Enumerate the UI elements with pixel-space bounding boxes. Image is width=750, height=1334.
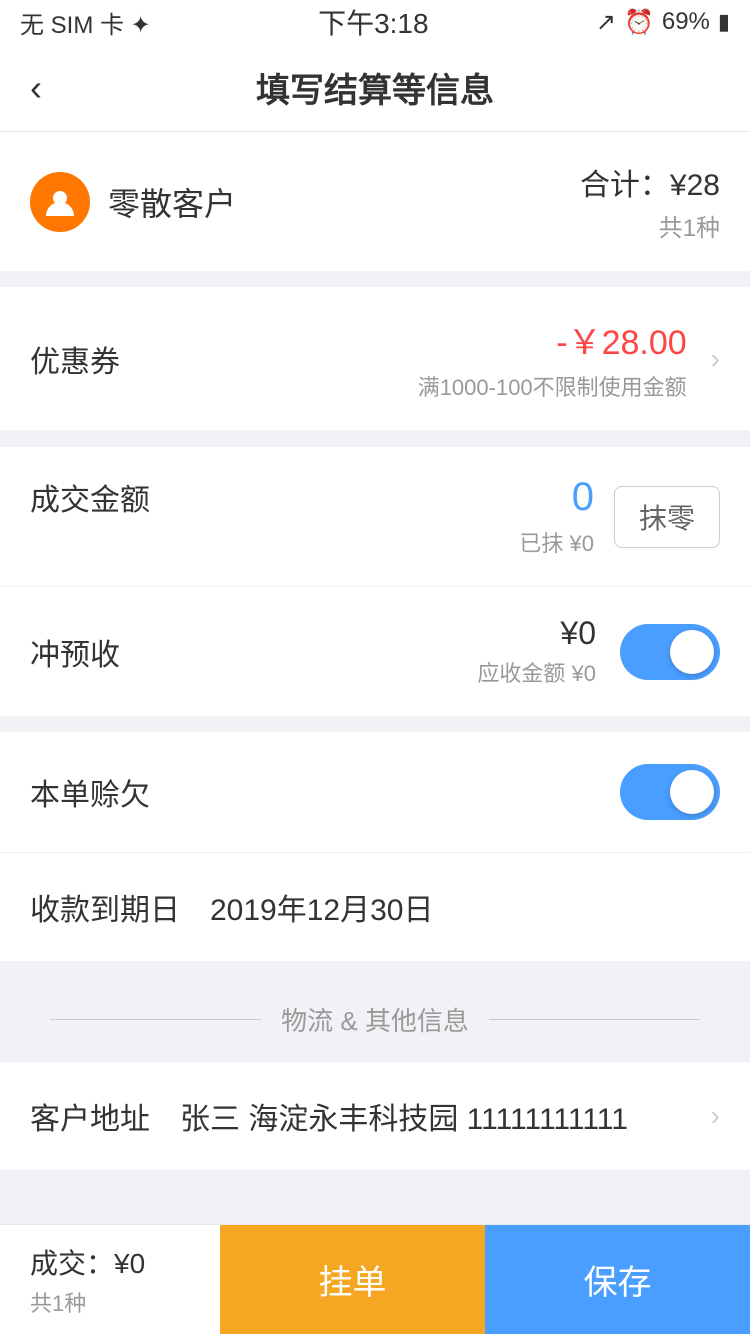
coupon-row[interactable]: 优惠券 -￥28.00 满1000-100不限制使用金额 ›: [0, 287, 750, 430]
prepay-main: ¥0: [477, 615, 596, 652]
address-label: 客户地址: [30, 1094, 150, 1138]
content: 零散客户 合计：¥28 共1种 优惠券 -￥28.00 满1000-100不限制…: [0, 132, 750, 1306]
location-icon: ↗: [596, 8, 616, 37]
debt-row: 本单赊欠: [0, 732, 750, 852]
back-button[interactable]: ‹: [30, 67, 42, 109]
coupon-label: 优惠券: [30, 337, 120, 381]
coupon-card[interactable]: 优惠券 -￥28.00 满1000-100不限制使用金额 ›: [0, 287, 750, 430]
coupon-desc: 满1000-100不限制使用金额: [418, 370, 687, 402]
amount-text-group: 已抹 ¥0: [494, 475, 594, 558]
duedate-label: 收款到期日: [30, 885, 180, 929]
prepay-value-area: ¥0 应收金额 ¥0: [477, 615, 596, 688]
coupon-discount: -￥28.00: [418, 315, 687, 364]
amount-right-wrap: 已抹 ¥0 抹零: [494, 475, 720, 558]
bottom-info: 成交：¥0 共1种: [0, 1242, 220, 1318]
address-chevron-icon: ›: [711, 1100, 720, 1132]
customer-left: 零散客户: [30, 172, 236, 232]
coupon-value-area: -￥28.00 满1000-100不限制使用金额 ›: [418, 315, 720, 402]
status-right: ↗ ⏰ 69% ▮: [596, 8, 730, 37]
customer-row: 零散客户 合计：¥28 共1种: [0, 132, 750, 271]
amount-prepay-card: 成交金额 已抹 ¥0 抹零 冲预收 ¥0 应收金额 ¥0: [0, 446, 750, 716]
prepay-row: 冲预收 ¥0 应收金额 ¥0: [0, 586, 750, 716]
duedate-value: 2019年12月30日: [210, 885, 433, 929]
bottom-deal-value: ¥0: [114, 1248, 145, 1279]
total-count: 共1种: [580, 208, 720, 243]
bottom-bar: 成交：¥0 共1种 挂单 保存: [0, 1224, 750, 1334]
avatar: [30, 172, 90, 232]
amount-input[interactable]: [494, 475, 594, 520]
no-sim-label: 无 SIM 卡 ✦: [20, 5, 151, 40]
status-bar: 无 SIM 卡 ✦ 下午3:18 ↗ ⏰ 69% ▮: [0, 0, 750, 44]
customer-total: 合计：¥28 共1种: [580, 160, 720, 243]
prepay-label: 冲预收: [30, 630, 120, 674]
debt-label: 本单赊欠: [30, 770, 150, 814]
address-value: 张三 海淀永丰科技园 11111111111: [180, 1094, 703, 1138]
address-card[interactable]: 客户地址 张三 海淀永丰科技园 11111111111 ›: [0, 1062, 750, 1170]
status-time: 下午3:18: [318, 2, 429, 42]
total-label: 合计：¥28: [580, 160, 720, 204]
status-left: 无 SIM 卡 ✦: [20, 5, 151, 40]
page-title: 填写结算等信息: [256, 63, 494, 112]
chevron-icon: ›: [711, 343, 720, 375]
alarm-icon: ⏰: [624, 8, 654, 37]
nav-bar: ‹ 填写结算等信息: [0, 44, 750, 132]
logistics-label: 物流 & 其他信息: [281, 1001, 469, 1038]
bottom-deal-label: 成交：: [30, 1248, 114, 1279]
coupon-right: -￥28.00 满1000-100不限制使用金额: [418, 315, 687, 402]
logistics-header: 物流 & 其他信息: [0, 977, 750, 1062]
debt-card: 本单赊欠 收款到期日 2019年12月30日: [0, 732, 750, 961]
hang-order-button[interactable]: 挂单: [220, 1225, 485, 1334]
amount-row: 成交金额 已抹 ¥0 抹零: [0, 446, 750, 586]
save-button[interactable]: 保存: [485, 1225, 750, 1334]
amount-label: 成交金额: [30, 475, 150, 519]
debt-toggle[interactable]: [620, 764, 720, 820]
duedate-row: 收款到期日 2019年12月30日: [0, 852, 750, 961]
address-row[interactable]: 客户地址 张三 海淀永丰科技园 11111111111 ›: [0, 1062, 750, 1170]
bottom-deal-amount: 成交：¥0: [30, 1242, 190, 1282]
bottom-count: 共1种: [30, 1286, 190, 1318]
round-button[interactable]: 抹零: [614, 486, 720, 548]
battery-label: 69%: [662, 8, 710, 36]
customer-card: 零散客户 合计：¥28 共1种: [0, 132, 750, 271]
prepay-sub: 应收金额 ¥0: [477, 656, 596, 688]
amount-sub: 已抹 ¥0: [494, 526, 594, 558]
customer-name: 零散客户: [108, 179, 236, 225]
prepay-toggle[interactable]: [620, 624, 720, 680]
battery-icon: ▮: [718, 9, 730, 35]
